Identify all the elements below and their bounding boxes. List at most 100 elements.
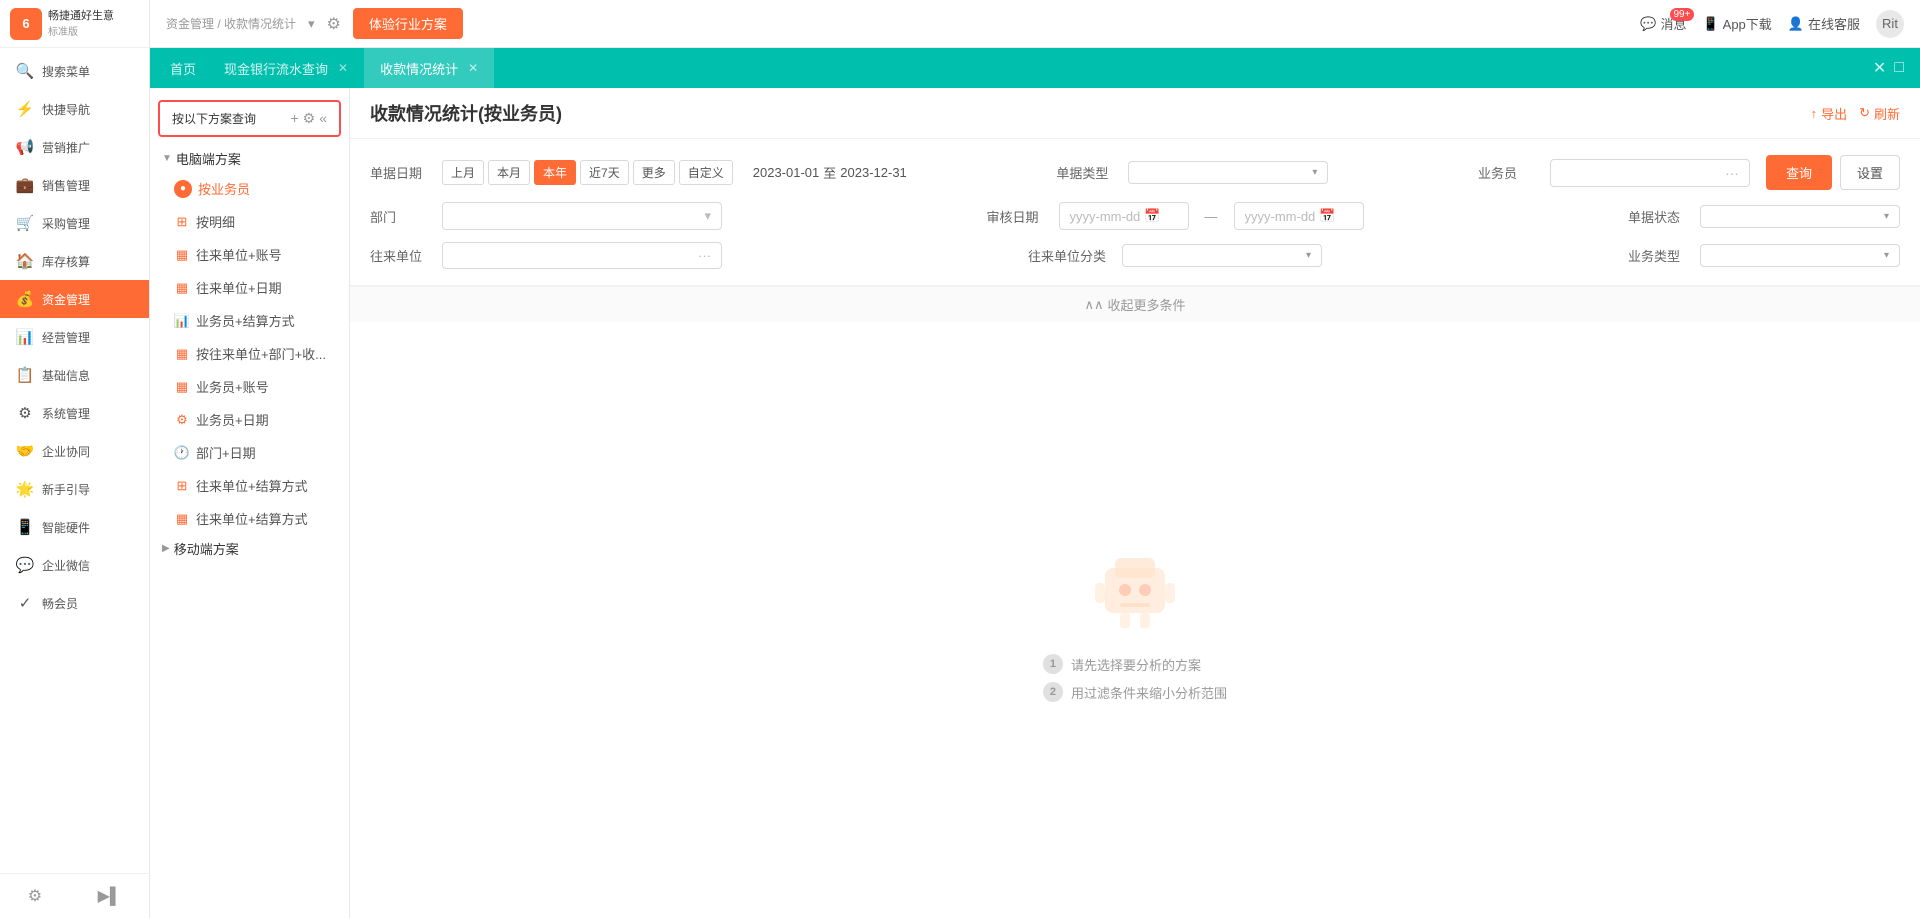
salesperson-select[interactable]: ··· — [1550, 159, 1750, 187]
sidebar-item-label: 销售管理 — [42, 177, 90, 194]
tab-home[interactable]: 首页 — [158, 48, 208, 88]
dept-input[interactable]: ▾ — [442, 202, 722, 230]
nav-item-salesperson-account[interactable]: ▦ 业务员+账号 — [150, 370, 349, 403]
date-btn-this-month[interactable]: 本月 — [488, 160, 530, 185]
review-date-to[interactable]: yyyy-mm-dd 📅 — [1234, 202, 1364, 230]
sidebar-item-basic-info[interactable]: 📋 基础信息 — [0, 356, 149, 394]
nav-item-partner-date[interactable]: ▦ 往来单位+日期 — [150, 271, 349, 304]
sidebar-item-marketing[interactable]: 📢 营销推广 — [0, 128, 149, 166]
doc-type-label: 单据类型 — [1056, 163, 1112, 182]
window-close-btn[interactable]: ✕ — [1873, 58, 1886, 78]
sidebar-item-system[interactable]: ⚙ 系统管理 — [0, 394, 149, 432]
window-maximize-btn[interactable]: □ — [1894, 59, 1904, 77]
mobile-section[interactable]: ▶ 移动端方案 — [150, 535, 349, 562]
doc-status-select[interactable]: ▾ — [1700, 205, 1900, 228]
tab-collection-stat-close[interactable]: ✕ — [468, 61, 478, 75]
nav-item-partner-settlement1[interactable]: ⊞ 往来单位+结算方式 — [150, 469, 349, 502]
refresh-btn[interactable]: ↻ 刷新 — [1859, 104, 1900, 123]
partner-more-btn[interactable]: ··· — [698, 248, 711, 263]
sidebar: 6 畅捷通好生意 标准版 🔍 搜索菜单 ⚡ 快捷导航 📢 营销推广 💼 销售管理… — [0, 0, 150, 918]
date-btn-last-7days[interactable]: 近7天 — [580, 160, 629, 185]
nav-item-dept-date[interactable]: 🕐 部门+日期 — [150, 436, 349, 469]
doc-status-label: 单据状态 — [1628, 207, 1684, 226]
empty-step-1: 1 请先选择要分析的方案 — [1043, 654, 1227, 674]
partner-input[interactable]: ··· — [442, 242, 722, 269]
desktop-section: ▼ 电脑端方案 — [150, 145, 349, 172]
trial-btn[interactable]: 体验行业方案 — [353, 8, 463, 39]
message-badge: 99+ — [1670, 8, 1695, 21]
sidebar-item-label: 企业微信 — [42, 557, 90, 574]
dept-label: 部门 — [370, 207, 426, 226]
export-btn[interactable]: ↑ 导出 — [1811, 104, 1848, 123]
sidebar-item-operations[interactable]: 📊 经营管理 — [0, 318, 149, 356]
sidebar-item-guide[interactable]: 🌟 新手引导 — [0, 470, 149, 508]
nav-item-by-detail[interactable]: ⊞ 按明细 — [150, 205, 349, 238]
scheme-collapse-icon[interactable]: « — [319, 110, 327, 127]
export-label: 导出 — [1821, 104, 1847, 123]
app-icon: 📱 — [1702, 16, 1718, 32]
tab-bank-flow-close[interactable]: ✕ — [338, 61, 348, 75]
review-date-from[interactable]: yyyy-mm-dd 📅 — [1059, 202, 1189, 230]
sidebar-item-member[interactable]: ✓ 畅会员 — [0, 584, 149, 622]
nav-item-label: 业务员+结算方式 — [196, 311, 295, 330]
sidebar-item-quick-nav[interactable]: ⚡ 快捷导航 — [0, 90, 149, 128]
sidebar-item-smart-hw[interactable]: 📱 智能硬件 — [0, 508, 149, 546]
date-range-sep: 至 — [823, 163, 836, 182]
step-1-text: 请先选择要分析的方案 — [1071, 655, 1201, 674]
partner-dept-icon: ▦ — [174, 346, 190, 362]
date-btn-custom[interactable]: 自定义 — [679, 160, 733, 185]
date-btn-last-month[interactable]: 上月 — [442, 160, 484, 185]
sidebar-item-label: 采购管理 — [42, 215, 90, 232]
filter-actions: 查询 设置 — [1766, 155, 1900, 190]
date-btn-this-year[interactable]: 本年 — [534, 160, 576, 185]
settings-btn[interactable]: 设置 — [1840, 155, 1900, 190]
tab-collection-stat[interactable]: 收款情况统计 ✕ — [364, 48, 494, 88]
sidebar-item-capital[interactable]: 💰 资金管理 — [0, 280, 149, 318]
partner-category-select[interactable]: ▾ — [1122, 244, 1322, 267]
sidebar-expand-btn[interactable]: ▶▌ — [90, 882, 130, 910]
topbar-gear-icon[interactable]: ⚙ — [327, 14, 341, 34]
nav-item-partner-dept-col[interactable]: ▦ 按往来单位+部门+收... — [150, 337, 349, 370]
sidebar-bottom: ⚙ ▶▌ — [0, 873, 149, 918]
sidebar-item-wechat[interactable]: 💬 企业微信 — [0, 546, 149, 584]
online-service-btn[interactable]: 👤 在线客服 — [1788, 14, 1860, 33]
partner-category-arrow-icon: ▾ — [1306, 250, 1311, 261]
sidebar-item-label: 资金管理 — [42, 291, 90, 308]
sidebar-item-label: 库存核算 — [42, 253, 90, 270]
query-btn[interactable]: 查询 — [1766, 155, 1832, 190]
step-2-text: 用过滤条件来缩小分析范围 — [1071, 683, 1227, 702]
nav-item-partner-settlement2[interactable]: ▦ 往来单位+结算方式 — [150, 502, 349, 535]
section-label-text: 电脑端方案 — [176, 149, 241, 168]
tab-bank-flow[interactable]: 现金银行流水查询 ✕ — [208, 48, 364, 88]
sidebar-item-inventory[interactable]: 🏠 库存核算 — [0, 242, 149, 280]
sidebar-item-label: 营销推广 — [42, 139, 90, 156]
nav-item-partner-account[interactable]: ▦ 往来单位+账号 — [150, 238, 349, 271]
sidebar-item-purchase[interactable]: 🛒 采购管理 — [0, 204, 149, 242]
tabs-window-controls: ✕ □ — [1873, 48, 1912, 88]
sidebar-item-sales[interactable]: 💼 销售管理 — [0, 166, 149, 204]
scheme-add-icon[interactable]: + — [290, 110, 298, 127]
app-download-btn[interactable]: 📱 App下载 — [1702, 14, 1771, 33]
nav-item-label: 往来单位+结算方式 — [196, 509, 308, 528]
logo-icon: 6 — [10, 8, 42, 40]
inventory-icon: 🏠 — [16, 252, 34, 270]
message-btn[interactable]: 💬 消息 99+ — [1640, 14, 1686, 33]
date-btn-more[interactable]: 更多 — [633, 160, 675, 185]
collapse-bar[interactable]: ∧∧ 收起更多条件 — [350, 286, 1920, 322]
nav-item-by-salesperson[interactable]: ● 按业务员 — [150, 172, 349, 205]
salesperson-more-icon[interactable]: ··· — [1725, 165, 1739, 181]
sidebar-item-search-menu[interactable]: 🔍 搜索菜单 — [0, 52, 149, 90]
sidebar-settings-btn[interactable]: ⚙ — [20, 882, 50, 910]
nav-item-salesperson-settlement[interactable]: 📊 业务员+结算方式 — [150, 304, 349, 337]
sidebar-item-enterprise[interactable]: 🤝 企业协同 — [0, 432, 149, 470]
scheme-panel-header: 按以下方案查询 + ⚙ « — [158, 100, 341, 137]
business-type-select[interactable]: ▾ — [1700, 244, 1900, 267]
sidebar-item-label: 新手引导 — [42, 481, 90, 498]
doc-type-select[interactable]: ▾ — [1128, 161, 1328, 184]
scheme-panel-icons: + ⚙ « — [290, 110, 327, 127]
nav-item-label: 业务员+账号 — [196, 377, 269, 396]
nav-item-salesperson-date[interactable]: ⚙ 业务员+日期 — [150, 403, 349, 436]
scheme-settings-icon[interactable]: ⚙ — [303, 110, 316, 127]
user-avatar[interactable]: Rit — [1876, 10, 1904, 38]
breadcrumb-dropdown-icon[interactable]: ▾ — [308, 16, 315, 32]
